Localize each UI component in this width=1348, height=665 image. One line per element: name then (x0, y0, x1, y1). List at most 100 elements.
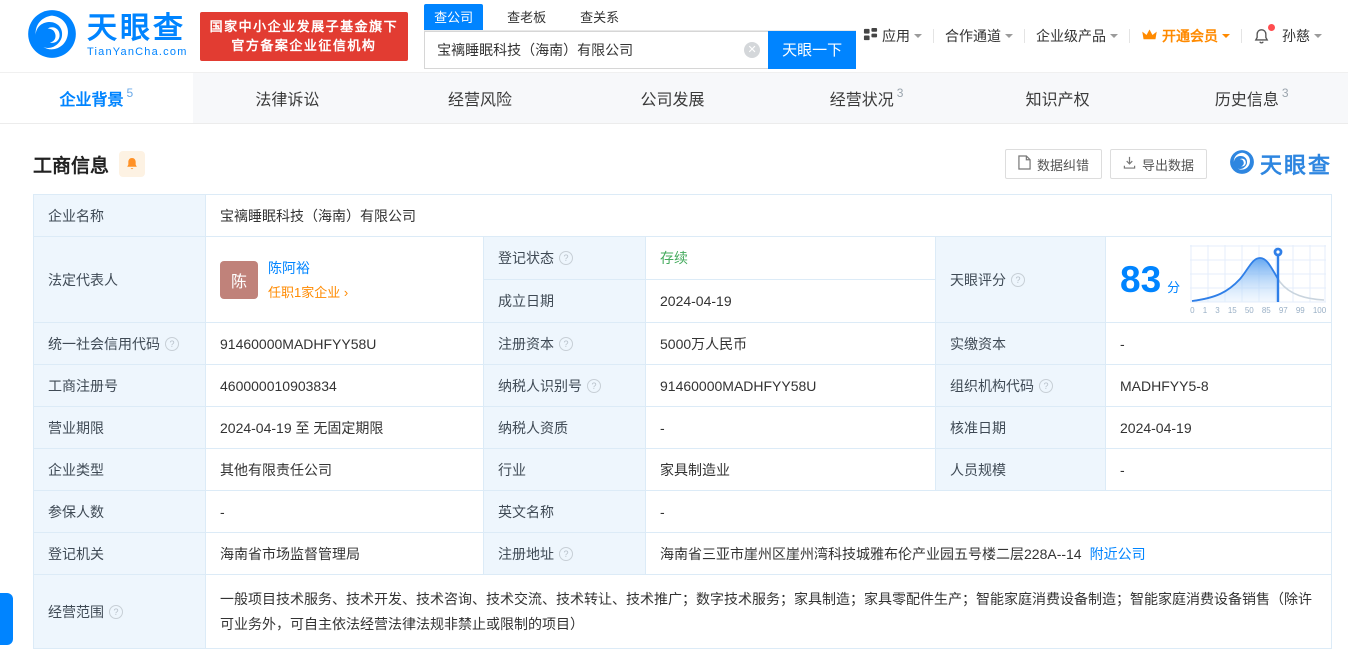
username: 孙慈 (1282, 28, 1310, 44)
section-title: 工商信息 (33, 155, 110, 177)
help-icon[interactable] (109, 604, 123, 619)
tab-intellectual-property[interactable]: 知识产权 (963, 73, 1156, 123)
business-term-label: 营业期限 (34, 407, 206, 449)
tab-operation-status[interactable]: 经营状况 3 (770, 73, 963, 123)
menu-vip[interactable]: 开通会员 (1137, 26, 1234, 46)
search-tabs: 查公司 查老板 查关系 (424, 3, 857, 31)
reg-authority-value: 海南省市场监督管理局 (206, 533, 484, 575)
company-name-label: 企业名称 (34, 195, 206, 237)
legal-rep-companies-link[interactable]: 任职1家企业 › (268, 282, 348, 301)
clear-search-icon[interactable]: ✕ (744, 41, 761, 58)
export-data-button[interactable]: 导出数据 (1109, 149, 1207, 179)
company-type-value: 其他有限责任公司 (206, 449, 484, 491)
data-correction-button[interactable]: 数据纠错 (1004, 149, 1102, 179)
est-date-label: 成立日期 (484, 280, 646, 323)
industry-label: 行业 (484, 449, 646, 491)
score-distribution-chart: 01 3 15 50 85 97 99 100 (1190, 244, 1327, 315)
search-input[interactable] (424, 30, 769, 69)
company-type-label: 企业类型 (34, 449, 206, 491)
search-area: 查公司 查老板 查关系 ✕ 天眼一下 (424, 3, 857, 69)
help-icon[interactable] (587, 378, 601, 393)
reg-status-label: 登记状态 (484, 237, 646, 280)
floating-side-tab[interactable] (0, 593, 13, 645)
avatar[interactable]: 陈 (220, 260, 258, 299)
tab-company-background[interactable]: 企业背景 5 (0, 73, 193, 123)
nearby-companies-link[interactable]: 附近公司 (1090, 544, 1146, 564)
help-icon[interactable] (1011, 272, 1025, 287)
document-icon (1018, 155, 1031, 173)
tianyancha-logo[interactable]: 天眼查 TianYanCha.com (26, 8, 188, 65)
business-scope-value: 一般项目技术服务、技术开发、技术咨询、技术交流、技术转让、技术推广；数字技术服务… (206, 575, 1332, 649)
chevron-down-icon (1314, 34, 1322, 42)
gov-certification-badge: 国家中小企业发展子基金旗下 官方备案企业征信机构 (199, 11, 409, 61)
reg-number-value: 460000010903834 (206, 365, 484, 407)
business-scope-label: 经营范围 (34, 575, 206, 649)
download-icon (1123, 156, 1136, 172)
chevron-down-icon (1005, 34, 1013, 42)
help-icon[interactable] (559, 546, 573, 561)
tab-company-development[interactable]: 公司发展 (578, 73, 771, 123)
approval-date-label: 核准日期 (936, 407, 1106, 449)
staff-size-value: - (1106, 449, 1332, 491)
header: 天眼查 TianYanCha.com 国家中小企业发展子基金旗下 官方备案企业征… (0, 0, 1348, 72)
score-chart-axis: 01 3 15 50 85 97 99 100 (1190, 305, 1327, 315)
reg-address-value: 海南省三亚市崖州区崖州湾科技城雅布伦产业园五号楼二层228A--14 附近公司 (646, 533, 1332, 575)
org-code-label: 组织机构代码 (936, 365, 1106, 407)
menu-cooperation[interactable]: 合作通道 (941, 26, 1017, 46)
legal-rep-name-link[interactable]: 陈阿裕 (268, 258, 348, 278)
taxpayer-quality-label: 纳税人资质 (484, 407, 646, 449)
industry-value: 家具制造业 (646, 449, 936, 491)
help-icon[interactable] (1039, 378, 1053, 393)
taxpayer-id-label: 纳税人识别号 (484, 365, 646, 407)
section-header: 工商信息 数据纠错 导出数据 天眼查 (0, 124, 1348, 194)
help-icon[interactable] (165, 336, 179, 351)
chevron-down-icon (1222, 34, 1230, 42)
search-button[interactable]: 天眼一下 (768, 30, 857, 69)
legal-rep-value: 陈 陈阿裕 任职1家企业 › (206, 237, 484, 323)
help-icon[interactable] (559, 336, 573, 351)
reg-status-value: 存续 (646, 237, 936, 280)
tianyancha-watermark-icon (1229, 149, 1255, 180)
org-code-value: MADHFYY5-8 (1106, 365, 1332, 407)
approval-date-value: 2024-04-19 (1106, 407, 1332, 449)
chevron-down-icon (914, 34, 922, 42)
reg-authority-label: 登记机关 (34, 533, 206, 575)
score-value: 83 分 0 1 3 15 50 85 97 99 100 (1106, 237, 1332, 323)
score-label: 天眼评分 (936, 237, 1106, 323)
est-date-value: 2024-04-19 (646, 280, 936, 323)
chevron-down-icon (1110, 34, 1118, 42)
notification-bell-icon[interactable] (1249, 23, 1275, 46)
credit-code-label: 统一社会信用代码 (34, 323, 206, 365)
subscribe-bell-icon[interactable] (119, 151, 146, 177)
reg-address-label: 注册地址 (484, 533, 646, 575)
score-number: 83 (1120, 259, 1162, 300)
search-tab-company[interactable]: 查公司 (424, 3, 484, 30)
logo-text: 天眼查 (87, 12, 186, 45)
english-name-label: 英文名称 (484, 491, 646, 533)
search-tab-boss[interactable]: 查老板 (497, 4, 556, 30)
credit-code-value: 91460000MADHFYY58U (206, 323, 484, 365)
crown-icon (1141, 28, 1158, 45)
english-name-value: - (646, 491, 1332, 533)
menu-apps[interactable]: 应用 (859, 26, 926, 46)
company-name-value: 宝褵睡眠科技（海南）有限公司 (206, 195, 1332, 237)
company-section-tabs: 企业背景 5 法律诉讼 经营风险 公司发展 经营状况 3 知识产权 历史信息 3 (0, 72, 1348, 124)
divider (1241, 29, 1242, 43)
taxpayer-id-value: 91460000MADHFYY58U (646, 365, 936, 407)
tianyancha-logo-icon (26, 8, 78, 65)
reg-capital-label: 注册资本 (484, 323, 646, 365)
reg-number-label: 工商注册号 (34, 365, 206, 407)
tab-operation-risk[interactable]: 经营风险 (385, 73, 578, 123)
notification-red-dot (1268, 23, 1275, 31)
menu-enterprise-products[interactable]: 企业级产品 (1032, 26, 1122, 46)
tab-legal-proceedings[interactable]: 法律诉讼 (193, 73, 386, 123)
tab-history-info[interactable]: 历史信息 3 (1155, 73, 1348, 123)
staff-size-label: 人员规模 (936, 449, 1106, 491)
tianyancha-watermark: 天眼查 (1229, 148, 1332, 180)
insured-value: - (206, 491, 484, 533)
divider (1129, 29, 1130, 43)
menu-user[interactable]: 孙慈 (1278, 26, 1326, 46)
search-tab-relation[interactable]: 查关系 (570, 4, 629, 30)
help-icon[interactable] (559, 251, 573, 265)
business-info-table: 企业名称 宝褵睡眠科技（海南）有限公司 法定代表人 陈 陈阿裕 任职1家企业 ›… (33, 194, 1332, 649)
